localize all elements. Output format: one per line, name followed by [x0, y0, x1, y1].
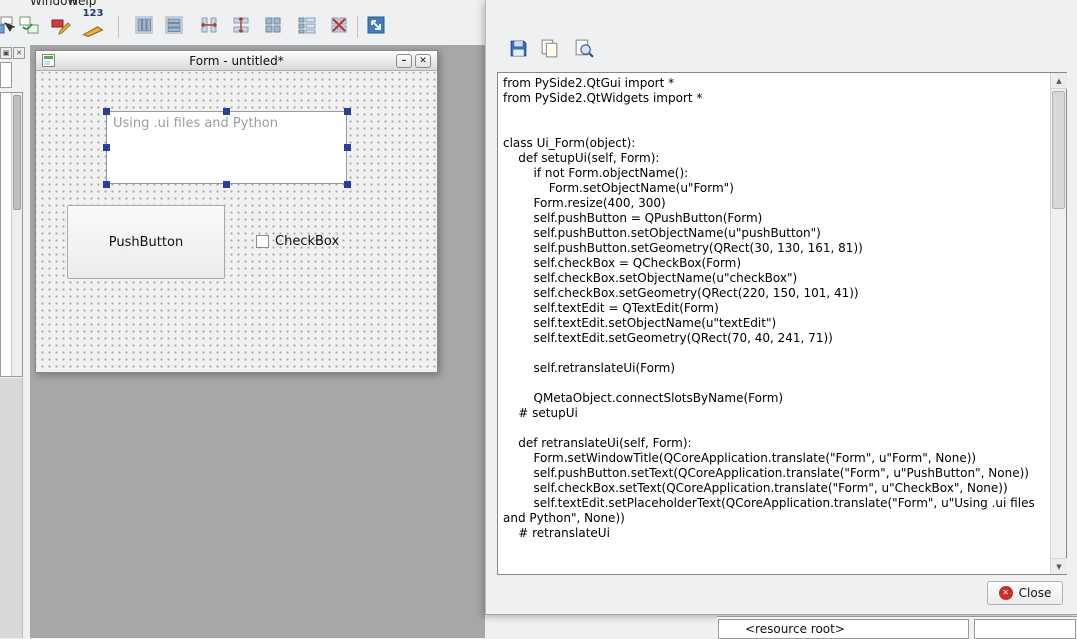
float-icon: ▣: [3, 49, 10, 57]
code-preview-dialog: from PySide2.QtGui import * from PySide2…: [485, 0, 1077, 615]
copy-icon: [539, 38, 560, 62]
layout-grid-icon: [262, 14, 284, 39]
close-button-label: Close: [1019, 586, 1052, 600]
textedit-placeholder: Using .ui files and Python: [113, 116, 340, 131]
pushbutton-label: PushButton: [109, 235, 183, 250]
form-close-button[interactable]: ✕: [415, 54, 431, 68]
menu-help[interactable]: Help: [69, 0, 96, 8]
selection-handle[interactable]: [344, 181, 351, 188]
checkbox-widget[interactable]: CheckBox: [256, 234, 339, 249]
form-window-title: Form - untitled*: [189, 54, 283, 68]
layout-horizontal-icon: [133, 14, 155, 39]
checkbox-label: CheckBox: [275, 234, 339, 249]
layout-horizontal-button[interactable]: [131, 13, 157, 39]
checkbox-indicator[interactable]: [256, 235, 269, 248]
left-dock-lower-panel: [0, 378, 23, 638]
layout-splitter-horizontal-icon: [198, 14, 220, 39]
designer-form-window[interactable]: Form - untitled* – ✕ Using .ui files and…: [35, 50, 438, 373]
layout-vertical-icon: [163, 14, 185, 39]
close-dialog-button[interactable]: ✕ Close: [987, 581, 1063, 605]
layout-form-icon: [296, 14, 318, 39]
find-in-code-button[interactable]: [570, 37, 596, 63]
selection-handle[interactable]: [103, 181, 110, 188]
edit-buddies-button[interactable]: [48, 13, 74, 39]
layout-grid-button[interactable]: [260, 13, 286, 39]
edit-widgets-button[interactable]: [0, 13, 17, 39]
selection-handle[interactable]: [223, 181, 230, 188]
find-icon: [573, 38, 594, 62]
save-code-button[interactable]: [505, 37, 531, 63]
selection-handle[interactable]: [344, 144, 351, 151]
code-scrollbar-thumb[interactable]: [1052, 91, 1065, 209]
edit-signals-slots-icon: [18, 14, 40, 39]
adjust-size-button[interactable]: [363, 13, 389, 39]
widgetbox-filter-input[interactable]: [0, 62, 12, 88]
dock-close-button[interactable]: ✕: [13, 47, 25, 59]
close-icon: ✕: [16, 49, 22, 57]
code-scrollbar[interactable]: ▲ ▼: [1050, 73, 1066, 574]
layout-splitter-vertical-icon: [230, 14, 252, 39]
resource-browser-panel: <resource root>: [717, 616, 1077, 638]
code-view: from PySide2.QtGui import * from PySide2…: [497, 72, 1067, 575]
resource-side-pane: [974, 619, 1076, 639]
edit-buddies-icon: [50, 14, 72, 39]
layout-vertical-button[interactable]: [161, 13, 187, 39]
widgetbox-scrollbar-thumb[interactable]: [13, 95, 21, 210]
resource-root-item[interactable]: <resource root>: [745, 622, 845, 636]
copy-code-button[interactable]: [536, 37, 562, 63]
close-icon: ✕: [999, 586, 1013, 600]
save-icon: [508, 38, 529, 62]
selection-handle[interactable]: [103, 144, 110, 151]
form-window-titlebar[interactable]: Form - untitled* – ✕: [36, 51, 437, 71]
pushbutton-widget[interactable]: PushButton: [67, 205, 225, 279]
generated-code-text: from PySide2.QtGui import * from PySide2…: [498, 73, 1050, 574]
form-minimize-button[interactable]: –: [396, 54, 412, 68]
toolbar-separator: [118, 16, 119, 38]
resource-tree[interactable]: <resource root>: [718, 619, 969, 639]
selection-handle[interactable]: [103, 108, 110, 115]
layout-splitter-vertical-button[interactable]: [228, 13, 254, 39]
layout-form-button[interactable]: [294, 13, 320, 39]
selection-handle[interactable]: [344, 108, 351, 115]
edit-tab-order-button[interactable]: 123: [80, 13, 106, 39]
edit-signals-slots-button[interactable]: [16, 13, 42, 39]
toolbar-separator: [357, 16, 358, 38]
scroll-up-arrow-icon[interactable]: ▲: [1051, 73, 1067, 89]
break-layout-icon: [328, 14, 350, 39]
dock-float-button[interactable]: ▣: [0, 47, 12, 59]
break-layout-button[interactable]: [326, 13, 352, 39]
selection-handle[interactable]: [223, 108, 230, 115]
textedit-widget[interactable]: Using .ui files and Python: [106, 111, 347, 184]
form-window-icon: [42, 54, 55, 67]
adjust-size-icon: [365, 14, 387, 39]
form-canvas[interactable]: Using .ui files and Python PushButton Ch…: [36, 72, 437, 372]
pencil-icon: [82, 19, 104, 44]
scroll-down-arrow-icon[interactable]: ▼: [1051, 558, 1067, 574]
tab-order-icon: 123: [83, 9, 104, 19]
layout-splitter-horizontal-button[interactable]: [196, 13, 222, 39]
edit-widgets-icon: [0, 14, 15, 39]
